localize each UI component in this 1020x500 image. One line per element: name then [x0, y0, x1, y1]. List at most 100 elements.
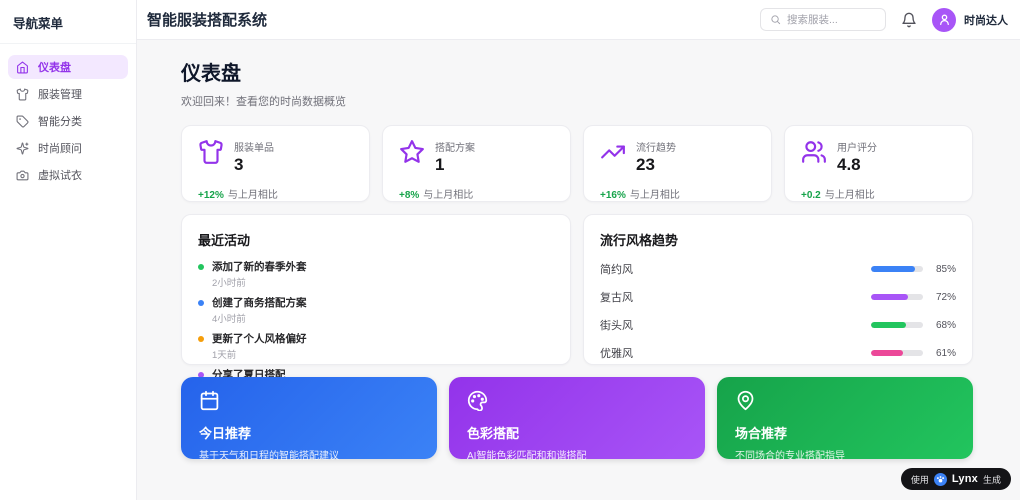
action-desc: 不同场合的专业搭配指导 — [735, 451, 845, 462]
stat-delta-row: +16% 与上月相比 — [600, 186, 755, 201]
action-card-color-matching[interactable]: 色彩搭配 AI智能色彩匹配和和谐搭配 — [449, 377, 705, 462]
stat-card-clothing-items[interactable]: 服装单品 3 +12% 与上月相比 — [181, 125, 370, 202]
lynx-generated-badge[interactable]: 使用 Lynx 生成 — [900, 468, 1011, 490]
style-trends-panel: 流行风格趋势 简约风 85% 复古风 72% 街头风 68% 优雅风 61% — [583, 214, 973, 365]
stat-card-outfit-plans[interactable]: 搭配方案 1 +8% 与上月相比 — [382, 125, 571, 202]
panel-title: 最近活动 — [198, 233, 251, 248]
sidebar-nav: 仪表盘 服装管理 智能分类 时尚顾问 虚拟试衣 — [0, 44, 136, 198]
stat-delta-row: +0.2 与上月相比 — [801, 186, 956, 201]
panels-grid: 最近活动 添加了新的春季外套 2小时前 创建了商务搭配方案 4小时前 更新了个人风格… — [181, 214, 973, 398]
sidebar: 导航菜单 仪表盘 服装管理 智能分类 时尚顾问 虚拟试衣 — [0, 0, 137, 500]
stat-delta-note: 与上月相比 — [629, 190, 680, 201]
trend-label: 优雅风 — [600, 348, 633, 360]
shirt-icon — [16, 88, 29, 101]
stat-delta: +16% — [600, 190, 626, 201]
avatar — [932, 7, 956, 32]
badge-suffix: 生成 — [982, 474, 1001, 485]
sidebar-item-label: 服装管理 — [38, 89, 82, 101]
sidebar-item-smart-classification[interactable]: 智能分类 — [8, 109, 128, 133]
stat-label: 服装单品 — [234, 143, 274, 154]
page-subtitle: 欢迎回来！查看您的时尚数据概览 — [181, 96, 346, 108]
stat-delta-row: +12% 与上月相比 — [198, 186, 353, 201]
trend-percent: 61% — [935, 347, 956, 359]
sidebar-item-label: 智能分类 — [38, 116, 82, 128]
badge-prefix: 使用 — [910, 474, 929, 485]
list-item: 创建了商务搭配方案 4小时前 — [198, 297, 554, 325]
stat-label: 用户评分 — [837, 143, 877, 154]
trend-label: 复古风 — [600, 292, 633, 304]
trend-label: 街头风 — [600, 320, 633, 332]
activity-time: 2小时前 — [212, 278, 246, 290]
stat-card-user-rating[interactable]: 用户评分 4.8 +0.2 与上月相比 — [784, 125, 973, 202]
tag-icon — [16, 115, 29, 128]
action-desc: AI智能色彩匹配和和谐搭配 — [467, 451, 587, 462]
badge-brand: Lynx — [951, 473, 978, 485]
action-desc: 基于天气和日程的智能搭配建议 — [199, 451, 339, 462]
activity-time: 4小时前 — [212, 314, 246, 326]
sidebar-item-fashion-advisor[interactable]: 时尚顾问 — [8, 136, 128, 160]
trend-percent: 72% — [935, 291, 956, 303]
trending-up-icon — [600, 139, 626, 165]
app-title: 智能服装搭配系统 — [147, 12, 268, 29]
sidebar-item-virtual-fitting[interactable]: 虚拟试衣 — [8, 163, 128, 187]
map-pin-icon — [735, 390, 955, 411]
stat-label: 搭配方案 — [435, 143, 475, 154]
activity-dot — [198, 336, 204, 343]
star-icon — [399, 139, 425, 165]
stat-delta-note: 与上月相比 — [227, 190, 278, 201]
sidebar-item-label: 虚拟试衣 — [38, 170, 82, 182]
trend-percent: 68% — [935, 319, 956, 331]
sidebar-item-clothing-management[interactable]: 服装管理 — [8, 82, 128, 106]
activity-time: 1天前 — [212, 350, 237, 362]
stat-delta: +0.2 — [801, 190, 821, 201]
sparkles-icon — [16, 142, 29, 155]
progress-bar — [871, 350, 923, 356]
activity-text: 更新了个人风格偏好 — [212, 333, 307, 346]
lynx-logo-icon — [933, 472, 947, 486]
sidebar-item-dashboard[interactable]: 仪表盘 — [8, 55, 128, 79]
stat-card-trends[interactable]: 流行趋势 23 +16% 与上月相比 — [583, 125, 772, 202]
calendar-icon — [199, 390, 419, 411]
action-title: 色彩搭配 — [467, 426, 520, 441]
stat-value: 1 — [435, 155, 445, 174]
palette-icon — [467, 390, 687, 411]
trend-row: 简约风 85% — [600, 261, 956, 277]
users-icon — [801, 139, 827, 165]
stat-delta: +12% — [198, 190, 224, 201]
search-input[interactable] — [787, 13, 876, 26]
stat-label: 流行趋势 — [636, 143, 676, 154]
header-actions: 时尚达人 — [760, 7, 1008, 32]
stat-delta-note: 与上月相比 — [423, 190, 474, 201]
activity-dot — [198, 300, 204, 307]
trend-label: 简约风 — [600, 264, 633, 276]
stats-grid: 服装单品 3 +12% 与上月相比 搭配方案 1 +8% 与上月相比 流行趋势 … — [181, 125, 973, 202]
progress-bar — [871, 266, 923, 272]
action-card-daily-recommendation[interactable]: 今日推荐 基于天气和日程的智能搭配建议 — [181, 377, 437, 462]
trend-row: 街头风 68% — [600, 317, 956, 333]
stat-value: 3 — [234, 155, 244, 174]
stat-value: 4.8 — [837, 155, 861, 174]
action-card-occasion-recommendation[interactable]: 场合推荐 不同场合的专业搭配指导 — [717, 377, 973, 462]
recent-activity-panel: 最近活动 添加了新的春季外套 2小时前 创建了商务搭配方案 4小时前 更新了个人风格… — [181, 214, 571, 398]
username: 时尚达人 — [964, 14, 1008, 27]
trend-row: 优雅风 61% — [600, 345, 956, 361]
home-icon — [16, 61, 29, 74]
actions-grid: 今日推荐 基于天气和日程的智能搭配建议 色彩搭配 AI智能色彩匹配和和谐搭配 场… — [181, 377, 973, 462]
activity-text: 添加了新的春季外套 — [212, 261, 307, 273]
progress-bar — [871, 294, 923, 300]
activity-dot — [198, 264, 204, 270]
stat-delta-note: 与上月相比 — [824, 190, 875, 201]
action-title: 场合推荐 — [735, 426, 788, 441]
search-icon — [770, 14, 781, 25]
shirt-icon — [198, 139, 224, 165]
progress-bar — [871, 322, 923, 328]
page-title: 仪表盘 — [181, 63, 241, 85]
stat-value: 23 — [636, 155, 655, 174]
main-area: 智能服装搭配系统 时尚达人 仪表盘 欢迎回来！查看您的时尚数据概览 — [137, 0, 1020, 500]
activity-text: 创建了商务搭配方案 — [212, 297, 307, 310]
camera-icon — [16, 169, 29, 182]
list-item: 添加了新的春季外套 2小时前 — [198, 261, 554, 289]
bell-icon[interactable] — [901, 12, 917, 28]
search-box[interactable] — [760, 8, 886, 31]
user-menu[interactable]: 时尚达人 — [932, 7, 1008, 32]
